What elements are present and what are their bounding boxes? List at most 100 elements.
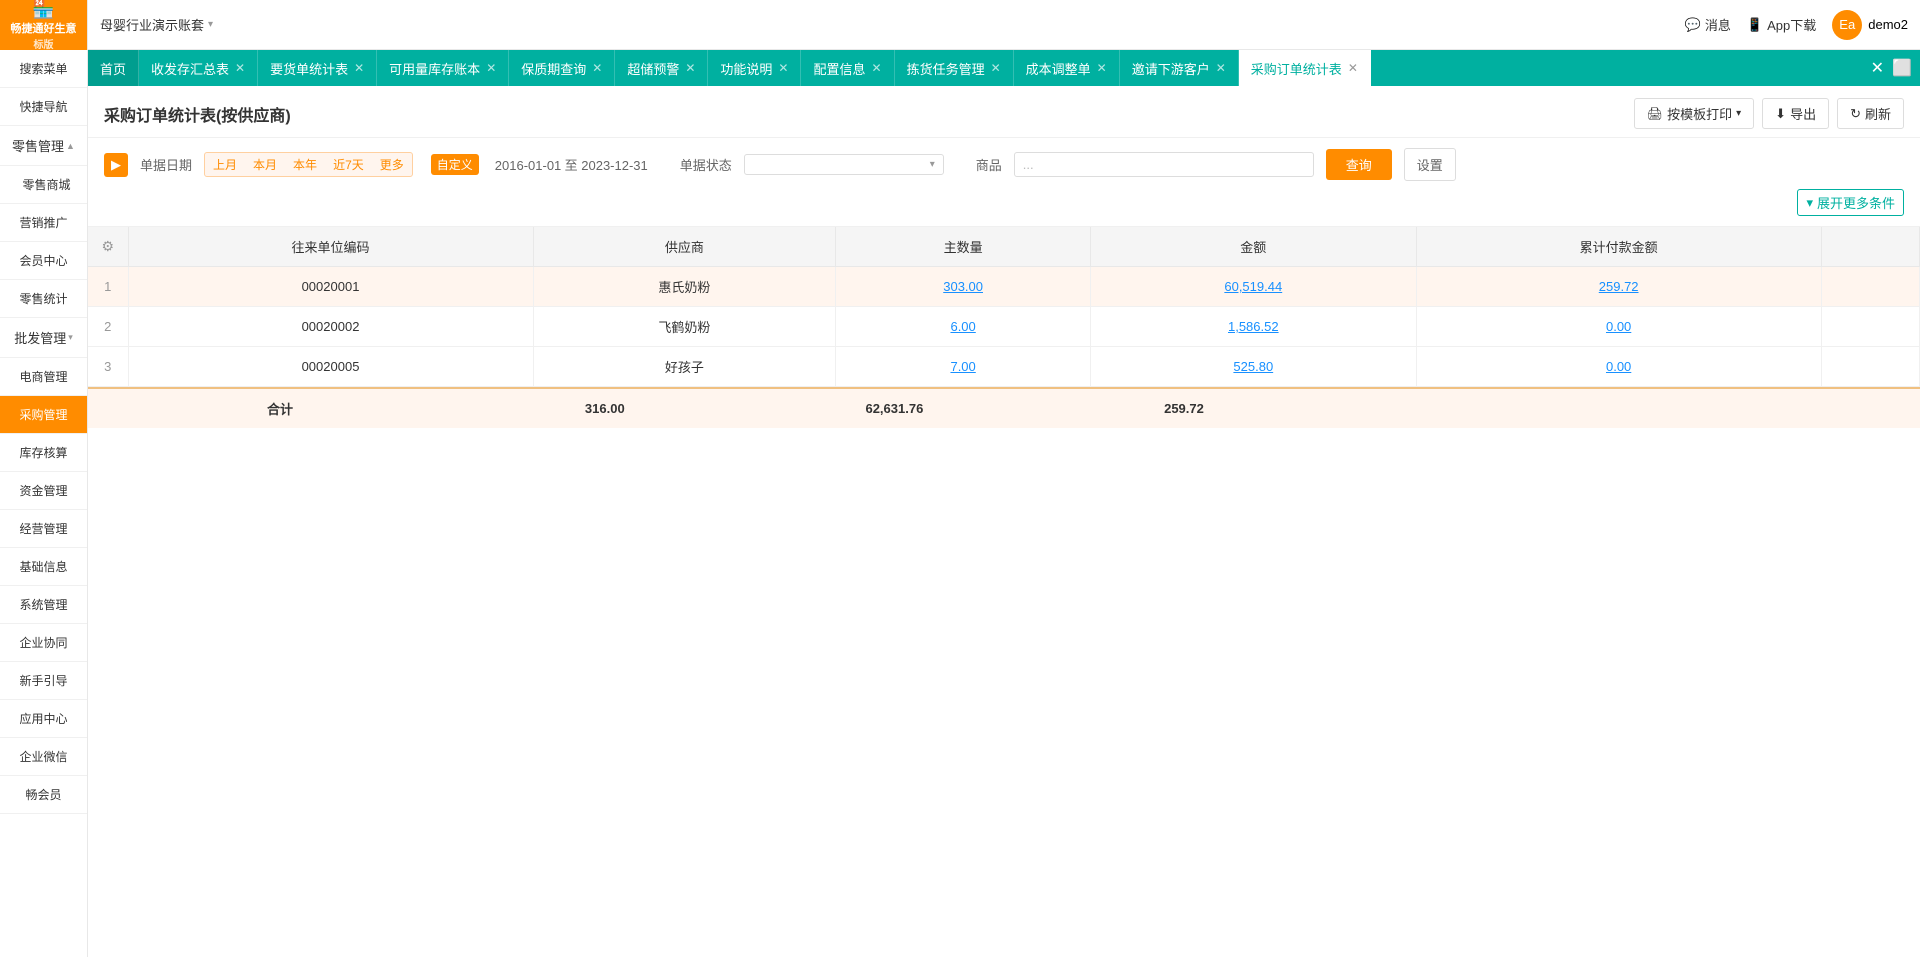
sidebar-item-quick[interactable]: 快捷导航 (0, 88, 87, 126)
row2-extra (1821, 307, 1919, 347)
main-area: 母婴行业演示账套 ▾ 💬 消息 📱 App下载 Ea demo2 首页 (88, 0, 1920, 957)
col-amount: 金额 (1090, 227, 1416, 267)
tab-zhehuo[interactable]: 拣货任务管理 ✕ (895, 50, 1014, 86)
sidebar-item-system[interactable]: 系统管理 (0, 586, 87, 624)
tab-keyongliang[interactable]: 可用量库存账本 ✕ (377, 50, 509, 86)
sidebar-item-retail-mall[interactable]: 零售商城 (0, 166, 87, 204)
sidebar-item-basic[interactable]: 基础信息 (0, 548, 87, 586)
sidebar-item-enterprise[interactable]: 企业协同 (0, 624, 87, 662)
tab-shoufacat-label: 收发存汇总表 (151, 59, 229, 78)
row1-qty[interactable]: 303.00 (836, 267, 1091, 307)
message-button[interactable]: 💬 消息 (1685, 15, 1731, 34)
tab-maximize-icon[interactable]: ⬜ (1892, 58, 1912, 78)
row2-amount[interactable]: 1,586.52 (1090, 307, 1416, 347)
status-select[interactable]: ▾ (744, 154, 944, 175)
toggle-last-month[interactable]: 上月 (205, 153, 245, 176)
custom-date-badge[interactable]: 自定义 (431, 154, 479, 175)
message-label: 消息 (1705, 15, 1731, 34)
tab-gongnengshuo[interactable]: 功能说明 ✕ (708, 50, 801, 86)
sidebar-item-batch[interactable]: 批发管理 ▾ (0, 318, 87, 358)
tab-chengben-close[interactable]: ✕ (1097, 61, 1107, 75)
sidebar-item-member[interactable]: 会员中心 (0, 242, 87, 280)
date-toggle-group: 上月 本月 本年 近7天 更多 (204, 152, 413, 177)
sidebar-item-operations[interactable]: 经营管理 (0, 510, 87, 548)
tab-zhehuo-close[interactable]: ✕ (991, 61, 1001, 75)
sidebar-item-newguide[interactable]: 新手引导 (0, 662, 87, 700)
collapse-icon: ▶ (111, 157, 121, 173)
row2-supplier: 飞鹤奶粉 (533, 307, 836, 347)
toggle-this-month[interactable]: 本月 (245, 153, 285, 176)
sidebar-item-purchase[interactable]: 采购管理 (0, 396, 87, 434)
tab-shoufacat[interactable]: 收发存汇总表 ✕ (139, 50, 258, 86)
tab-chengben[interactable]: 成本调整单 ✕ (1014, 50, 1120, 86)
tab-yaohuo-label: 要货单统计表 (270, 59, 348, 78)
page-header: 采购订单统计表(按供应商) 🖨 按模板打印 ▾ ⬇ 导出 ↻ 刷新 (88, 86, 1920, 138)
row3-code: 00020005 (128, 347, 533, 387)
export-icon: ⬇ (1775, 106, 1786, 122)
tab-chaochuyujing-close[interactable]: ✕ (685, 61, 695, 75)
sidebar-item-marketing[interactable]: 营销推广 (0, 204, 87, 242)
row1-extra (1821, 267, 1919, 307)
tab-peizhi-label: 配置信息 (813, 59, 865, 78)
refresh-button[interactable]: ↻ 刷新 (1837, 98, 1904, 129)
tab-yaoqing-close[interactable]: ✕ (1216, 61, 1226, 75)
export-button[interactable]: ⬇ 导出 (1762, 98, 1829, 129)
expand-more-button[interactable]: ▾ 展开更多条件 (1797, 189, 1904, 216)
toggle-last-7days[interactable]: 近7天 (325, 153, 372, 176)
tab-gongnengshuo-close[interactable]: ✕ (778, 61, 788, 75)
sidebar-item-wechat[interactable]: 企业微信 (0, 738, 87, 776)
tab-peizhi-close[interactable]: ✕ (872, 61, 882, 75)
sidebar-item-inventory[interactable]: 库存核算 (0, 434, 87, 472)
tab-yaoqing[interactable]: 邀请下游客户 ✕ (1120, 50, 1239, 86)
workspace-selector[interactable]: 母婴行业演示账套 ▾ (100, 15, 213, 34)
sidebar-item-member2[interactable]: 畅会员 (0, 776, 87, 814)
date-filter-label: 单据日期 (140, 155, 192, 174)
tab-caigou[interactable]: 采购订单统计表 ✕ (1239, 50, 1371, 86)
tab-home[interactable]: 首页 (88, 50, 139, 86)
tab-shoufacat-close[interactable]: ✕ (235, 61, 245, 75)
tab-yaohuo-close[interactable]: ✕ (354, 61, 364, 75)
tab-close-all-icon[interactable]: ✕ (1871, 58, 1884, 78)
setting-button[interactable]: 设置 (1404, 148, 1456, 181)
tab-peizhi[interactable]: 配置信息 ✕ (801, 50, 894, 86)
tab-chaochuyujing[interactable]: 超储预警 ✕ (615, 50, 708, 86)
col-settings[interactable]: ⚙ (88, 227, 128, 267)
col-code: 往来单位编码 (128, 227, 533, 267)
tab-keyongliang-close[interactable]: ✕ (486, 61, 496, 75)
row2-code: 00020002 (128, 307, 533, 347)
expand-label: 展开更多条件 (1817, 193, 1895, 212)
goods-input[interactable]: ... (1014, 152, 1314, 177)
page-actions: 🖨 按模板打印 ▾ ⬇ 导出 ↻ 刷新 (1634, 98, 1904, 129)
sidebar-item-appcenter[interactable]: 应用中心 (0, 700, 87, 738)
search-button[interactable]: 查询 (1326, 149, 1392, 180)
row2-qty[interactable]: 6.00 (836, 307, 1091, 347)
row2-paid[interactable]: 0.00 (1416, 307, 1821, 347)
app-download-button[interactable]: 📱 App下载 (1747, 15, 1816, 34)
sidebar-item-finance[interactable]: 资金管理 (0, 472, 87, 510)
toggle-this-year[interactable]: 本年 (285, 153, 325, 176)
status-dropdown-icon: ▾ (930, 159, 935, 170)
toggle-more[interactable]: 更多 (372, 153, 412, 176)
row3-amount[interactable]: 525.80 (1090, 347, 1416, 387)
sidebar-item-ecommerce[interactable]: 电商管理 (0, 358, 87, 396)
tab-caigou-close[interactable]: ✕ (1348, 61, 1358, 75)
filter-collapse-button[interactable]: ▶ (104, 153, 128, 177)
printer-icon: 🖨 (1647, 106, 1664, 122)
sidebar-item-retail-stat[interactable]: 零售统计 (0, 280, 87, 318)
row3-qty[interactable]: 7.00 (836, 347, 1091, 387)
row1-paid[interactable]: 259.72 (1416, 267, 1821, 307)
tab-yaohuo[interactable]: 要货单统计表 ✕ (258, 50, 377, 86)
row1-amount[interactable]: 60,519.44 (1090, 267, 1416, 307)
print-button[interactable]: 🖨 按模板打印 ▾ (1634, 98, 1755, 129)
goods-filter-label: 商品 (976, 155, 1002, 174)
app-download-label: App下载 (1767, 15, 1816, 34)
row3-paid[interactable]: 0.00 (1416, 347, 1821, 387)
tab-chaochuyujing-label: 超储预警 (627, 59, 679, 78)
tab-home-label: 首页 (100, 59, 126, 78)
tab-baozhi[interactable]: 保质期查询 ✕ (509, 50, 615, 86)
column-settings-icon[interactable]: ⚙ (101, 238, 114, 254)
sidebar-item-retail[interactable]: 零售管理 ▲ (0, 126, 87, 166)
sidebar-item-search[interactable]: 搜索菜单 (0, 50, 87, 88)
user-menu[interactable]: Ea demo2 (1832, 10, 1908, 40)
tab-baozhi-close[interactable]: ✕ (592, 61, 602, 75)
